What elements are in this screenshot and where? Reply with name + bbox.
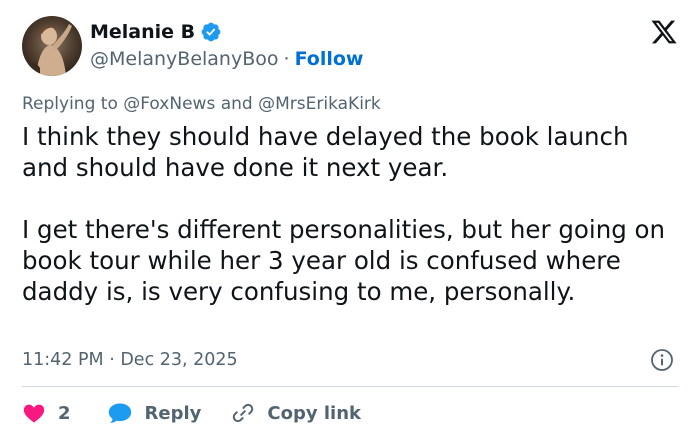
speech-bubble-icon — [108, 403, 131, 423]
mention-mrserikakirk[interactable]: @MrsErikaKirk — [258, 94, 381, 114]
divider — [22, 386, 678, 387]
avatar[interactable] — [22, 16, 82, 76]
verified-badge-icon — [201, 22, 221, 42]
info-icon[interactable] — [650, 348, 674, 372]
like-count: 2 — [58, 402, 71, 424]
reply-button[interactable]: Reply — [107, 401, 202, 425]
heart-icon — [23, 404, 45, 423]
avatar-image — [22, 16, 82, 76]
reply-label: Reply — [144, 402, 202, 424]
separator-dot: · — [283, 48, 290, 70]
x-logo-icon[interactable] — [650, 18, 678, 46]
tweet-text: I think they should have delayed the boo… — [22, 122, 666, 306]
user-handle[interactable]: @MelanyBelanyBoo — [90, 46, 279, 72]
reply-conjunction: and — [215, 94, 259, 114]
reply-context: Replying to @FoxNews and @MrsErikaKirk — [22, 92, 381, 116]
tweet-card: Melanie B @MelanyBelanyBoo · Follow Repl… — [0, 0, 700, 440]
follow-button[interactable]: Follow — [295, 46, 364, 72]
action-bar: 2 Reply Copy link — [22, 399, 361, 427]
reply-prefix: Replying to — [22, 94, 124, 114]
link-icon — [233, 403, 254, 423]
user-display-name-row[interactable]: Melanie B — [90, 19, 222, 45]
copy-link-label: Copy link — [267, 402, 361, 424]
like-button[interactable]: 2 — [22, 401, 71, 425]
copy-link-button[interactable]: Copy link — [231, 401, 361, 425]
handle-row: @MelanyBelanyBoo · Follow — [90, 46, 363, 72]
mention-foxnews[interactable]: @FoxNews — [123, 94, 215, 114]
tweet-timestamp[interactable]: 11:42 PM · Dec 23, 2025 — [22, 348, 238, 372]
user-display-name[interactable]: Melanie B — [90, 19, 195, 45]
